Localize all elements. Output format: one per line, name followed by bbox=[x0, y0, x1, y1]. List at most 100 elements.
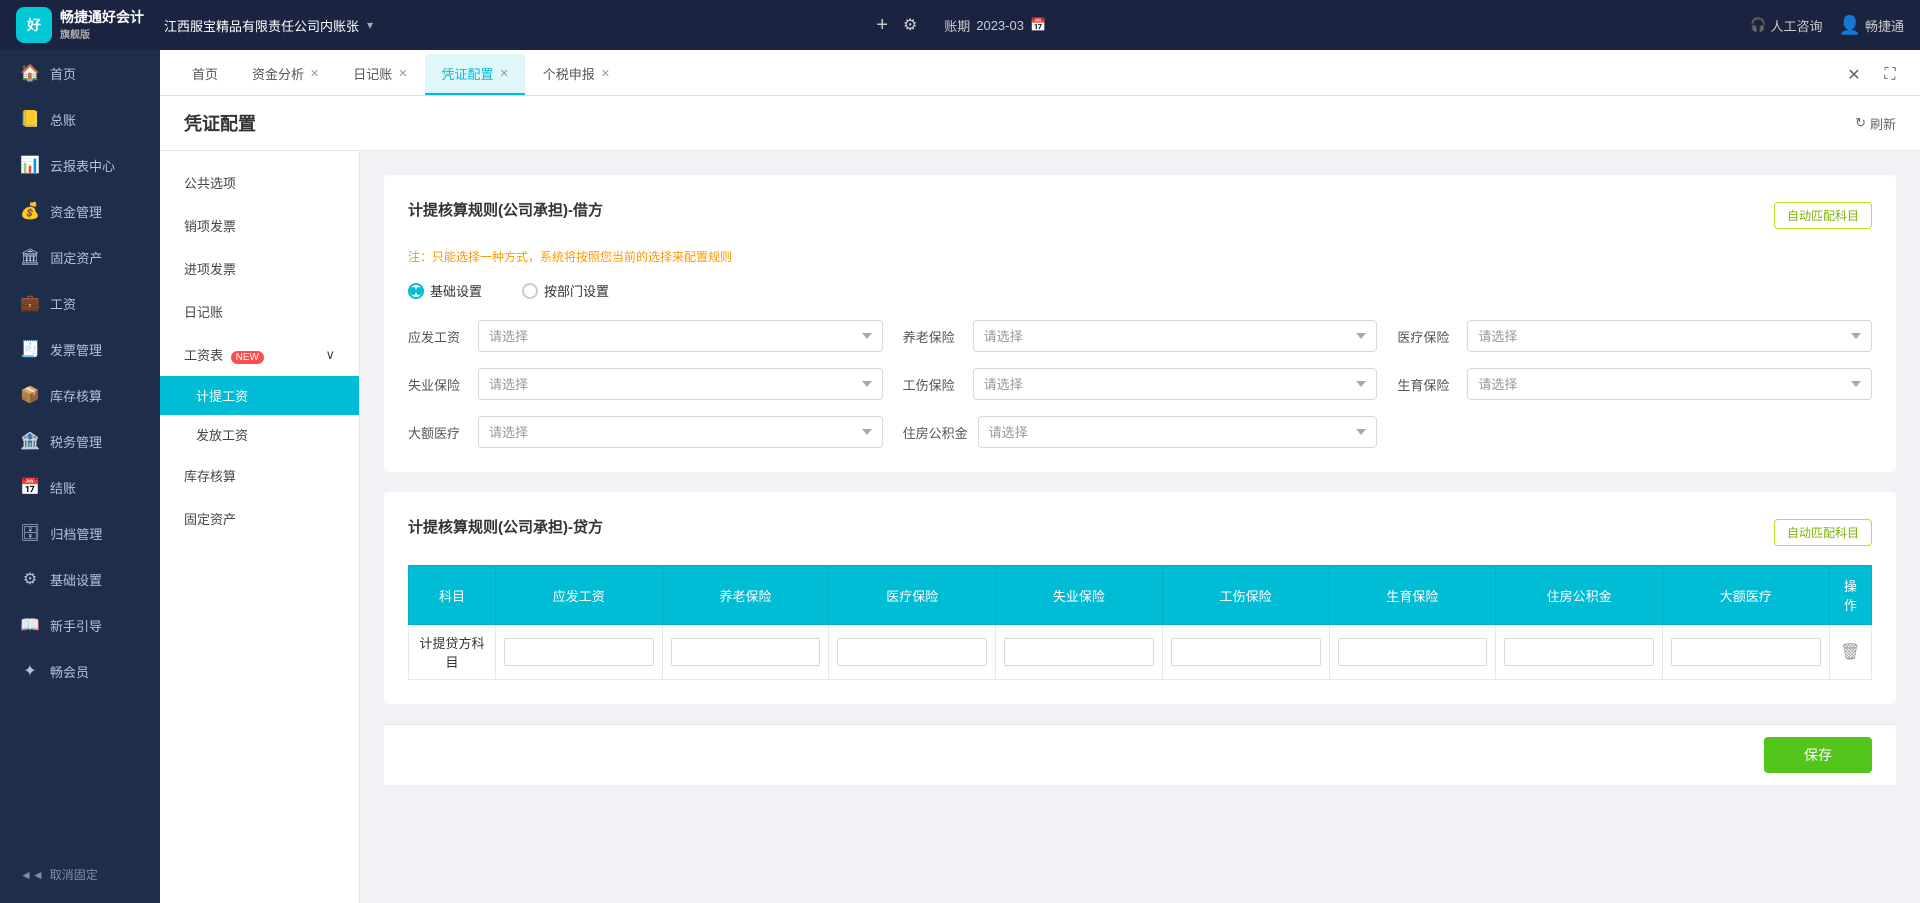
sidebar-item-archive[interactable]: 🗄 归档管理 bbox=[0, 510, 160, 556]
refresh-icon: ↻ bbox=[1855, 115, 1866, 131]
cell-dae-yiliao[interactable] bbox=[1662, 625, 1829, 680]
cell-yanglao[interactable] bbox=[662, 625, 829, 680]
input-gongjijin[interactable] bbox=[1504, 638, 1654, 666]
input-dae-yiliao[interactable] bbox=[1671, 638, 1821, 666]
col-shengyu: 生育保险 bbox=[1329, 566, 1496, 625]
sub-nav-accrued-salary[interactable]: 计提工资 bbox=[160, 376, 359, 415]
save-button[interactable]: 保存 bbox=[1764, 737, 1872, 773]
field-gongshang: 工伤保险 请选择 bbox=[903, 368, 1378, 400]
main-layout: 🏠 首页 📒 总账 📊 云报表中心 💰 资金管理 🏛 固定资产 💼 工资 🧾 发… bbox=[0, 50, 1920, 903]
sidebar-item-funds[interactable]: 💰 资金管理 bbox=[0, 188, 160, 234]
col-actions: 操作 bbox=[1829, 566, 1871, 625]
select-shiye[interactable]: 请选择 bbox=[478, 368, 883, 400]
debit-form-grid: 应发工资 请选择 养老保险 请选择 医疗保险 bbox=[408, 320, 1872, 448]
credit-auto-match-button[interactable]: 自动匹配科目 bbox=[1774, 519, 1872, 546]
debit-auto-match-button[interactable]: 自动匹配科目 bbox=[1774, 202, 1872, 229]
home-icon: 🏠 bbox=[20, 63, 40, 83]
close-window-button[interactable]: ✕ bbox=[1840, 61, 1868, 89]
refresh-button[interactable]: ↻ 刷新 bbox=[1855, 114, 1896, 133]
input-gongshang[interactable] bbox=[1171, 638, 1321, 666]
sub-nav-public[interactable]: 公共选项 bbox=[160, 161, 359, 204]
radio-by-dept[interactable]: 按部门设置 bbox=[522, 281, 609, 300]
input-shiye[interactable] bbox=[1004, 638, 1154, 666]
calendar-icon: 📅 bbox=[1030, 17, 1046, 33]
archive-icon: 🗄 bbox=[20, 523, 40, 543]
tab-tax[interactable]: 个税申报 ✕ bbox=[527, 54, 626, 95]
sub-nav-purchase-invoice[interactable]: 进项发票 bbox=[160, 247, 359, 290]
sidebar-item-ledger[interactable]: 📒 总账 bbox=[0, 96, 160, 142]
sidebar-item-vip[interactable]: ✦ 畅会员 bbox=[0, 648, 160, 694]
credit-header: 计提核算规则(公司承担)-贷方 自动匹配科目 bbox=[408, 516, 1872, 549]
close-tab-journal[interactable]: ✕ bbox=[398, 67, 407, 80]
sidebar-item-salary[interactable]: 💼 工资 bbox=[0, 280, 160, 326]
select-gongshang[interactable]: 请选择 bbox=[973, 368, 1378, 400]
select-yanglao[interactable]: 请选择 bbox=[973, 320, 1378, 352]
sidebar-item-settings[interactable]: ⚙ 基础设置 bbox=[0, 556, 160, 602]
input-yiliao[interactable] bbox=[837, 638, 987, 666]
select-gongjijin[interactable]: 请选择 bbox=[978, 416, 1378, 448]
cell-yifa[interactable] bbox=[495, 625, 662, 680]
tab-funds-analysis[interactable]: 资金分析 ✕ bbox=[236, 54, 335, 95]
select-yiliao[interactable]: 请选择 bbox=[1467, 320, 1872, 352]
cell-delete[interactable]: 🗑 bbox=[1829, 625, 1871, 680]
radio-basic[interactable]: 基础设置 bbox=[408, 281, 482, 300]
sidebar-item-guide[interactable]: 📖 新手引导 bbox=[0, 602, 160, 648]
select-shengyu[interactable]: 请选择 bbox=[1467, 368, 1872, 400]
tab-journal[interactable]: 日记账 ✕ bbox=[337, 54, 423, 95]
col-yifa: 应发工资 bbox=[495, 566, 662, 625]
sub-nav-payroll[interactable]: 工资表 NEW ∨ bbox=[160, 333, 359, 376]
col-gongshang: 工伤保险 bbox=[1162, 566, 1329, 625]
sidebar-item-close[interactable]: 📅 结账 bbox=[0, 464, 160, 510]
sidebar-item-home[interactable]: 🏠 首页 bbox=[0, 50, 160, 96]
row-label: 计提贷方科目 bbox=[409, 625, 496, 680]
field-shiye: 失业保险 请选择 bbox=[408, 368, 883, 400]
tax-icon: 🏦 bbox=[20, 431, 40, 451]
period-label: 账期 bbox=[944, 16, 970, 35]
cell-gongjijin[interactable] bbox=[1496, 625, 1663, 680]
tab-home[interactable]: 首页 bbox=[176, 54, 234, 95]
input-shengyu[interactable] bbox=[1338, 638, 1488, 666]
cell-shengyu[interactable] bbox=[1329, 625, 1496, 680]
col-shiye: 失业保险 bbox=[996, 566, 1163, 625]
chevron-payroll-icon: ∨ bbox=[325, 347, 335, 363]
close-tab-funds[interactable]: ✕ bbox=[310, 67, 319, 80]
maximize-button[interactable]: ⛶ bbox=[1876, 61, 1904, 89]
period-selector[interactable]: 账期 2023-03 📅 bbox=[944, 16, 1046, 35]
table-row: 计提贷方科目 🗑 bbox=[409, 625, 1872, 680]
app-name: 畅捷通好会计 bbox=[60, 9, 144, 26]
page-header: 凭证配置 ↻ 刷新 bbox=[160, 96, 1920, 151]
company-selector[interactable]: 江西服宝精品有限责任公司内账张 ▾ bbox=[164, 16, 868, 35]
chevron-down-icon: ▾ bbox=[367, 18, 373, 32]
headset-icon: 🎧 bbox=[1750, 17, 1766, 33]
app-edition: 旗舰版 bbox=[60, 26, 144, 41]
cell-shiye[interactable] bbox=[996, 625, 1163, 680]
sub-nav-sales-invoice[interactable]: 销项发票 bbox=[160, 204, 359, 247]
close-tab-voucher[interactable]: ✕ bbox=[500, 67, 509, 80]
tab-voucher-config[interactable]: 凭证配置 ✕ bbox=[425, 54, 524, 95]
unpin-button[interactable]: ◄◄ 取消固定 bbox=[0, 856, 160, 893]
input-yifa[interactable] bbox=[504, 638, 654, 666]
user-menu[interactable]: 👤 畅捷通 bbox=[1839, 15, 1904, 36]
sub-nav-fixed-assets[interactable]: 固定资产 bbox=[160, 497, 359, 540]
sidebar-item-tax[interactable]: 🏦 税务管理 bbox=[0, 418, 160, 464]
sub-nav-journal[interactable]: 日记账 bbox=[160, 290, 359, 333]
sub-nav-inventory[interactable]: 库存核算 bbox=[160, 454, 359, 497]
sub-nav-pay-salary[interactable]: 发放工资 bbox=[160, 415, 359, 454]
select-dae-yiliao[interactable]: 请选择 bbox=[478, 416, 883, 448]
credit-title: 计提核算规则(公司承担)-贷方 bbox=[408, 516, 603, 537]
sidebar-item-invoice[interactable]: 🧾 发票管理 bbox=[0, 326, 160, 372]
main-form: 计提核算规则(公司承担)-借方 自动匹配科目 注：只能选择一种方式，系统将按照您… bbox=[360, 151, 1920, 903]
ai-consult-button[interactable]: 🎧 人工咨询 bbox=[1750, 16, 1822, 35]
sidebar-item-reports[interactable]: 📊 云报表中心 bbox=[0, 142, 160, 188]
cell-yiliao[interactable] bbox=[829, 625, 996, 680]
sidebar-item-inventory[interactable]: 📦 库存核算 bbox=[0, 372, 160, 418]
sidebar-item-assets[interactable]: 🏛 固定资产 bbox=[0, 234, 160, 280]
save-bar: 保存 bbox=[384, 724, 1896, 785]
close-tab-tax[interactable]: ✕ bbox=[601, 67, 610, 80]
add-button[interactable]: + bbox=[868, 11, 896, 39]
cell-gongshang[interactable] bbox=[1162, 625, 1329, 680]
settings-icon[interactable]: ⚙ bbox=[896, 11, 924, 39]
input-yanglao[interactable] bbox=[671, 638, 821, 666]
select-yifa[interactable]: 请选择 bbox=[478, 320, 883, 352]
settings-sidebar-icon: ⚙ bbox=[20, 569, 40, 589]
